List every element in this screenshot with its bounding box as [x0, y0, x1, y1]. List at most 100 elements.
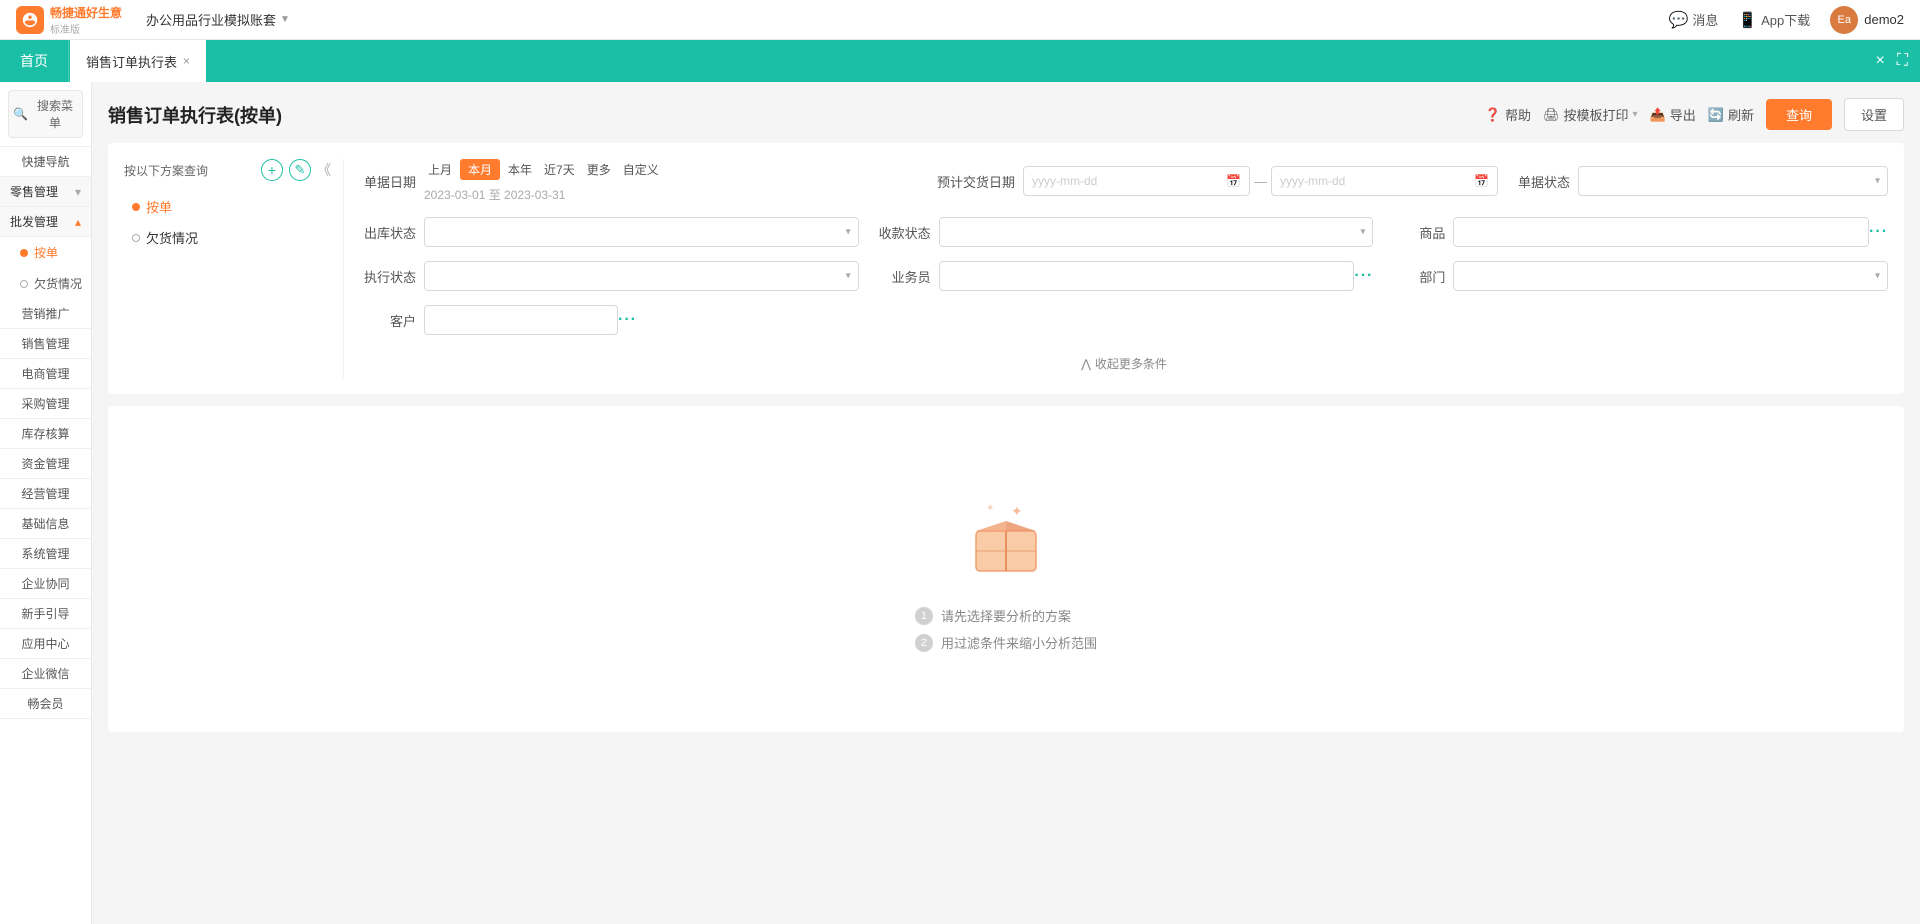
sidebar-item-base-info[interactable]: 基础信息 — [0, 509, 91, 539]
user-area[interactable]: Ea demo2 — [1830, 6, 1904, 34]
customer-input-wrapper: ··· — [424, 305, 637, 335]
date-tab-last-month[interactable]: 上月 — [424, 159, 456, 180]
refresh-button[interactable]: 🔄 刷新 — [1708, 105, 1754, 124]
collapse-more-button[interactable]: ⋀ 收起更多条件 — [360, 349, 1888, 378]
avatar: Ea — [1830, 6, 1858, 34]
plan-item-by-order[interactable]: 按单 — [124, 191, 331, 222]
filter-row-3: 执行状态 ▾ 业务员 ··· — [360, 261, 1888, 291]
filter-field-exec-status: 执行状态 ▾ — [360, 261, 859, 291]
window-close-button[interactable]: × — [1871, 48, 1888, 74]
print-icon: 🖨 — [1543, 107, 1560, 123]
content-area: 销售订单执行表(按单) ❓ 帮助 🖨 按模板打印 ▾ 📤 导出 🔄 刷新 — [92, 82, 1920, 924]
sidebar-item-quick-nav[interactable]: 快捷导航 — [0, 147, 91, 177]
date-field-group: 上月 本月 本年 近7天 更多 自定义 2023-03-01 至 2023-03… — [424, 159, 921, 203]
sidebar-item-ecommerce[interactable]: 电商管理 — [0, 359, 91, 389]
sidebar-item-wholesale[interactable]: 批发管理 ▴ — [0, 207, 91, 237]
exec-status-label: 执行状态 — [360, 267, 416, 286]
filter-field-salesman: 业务员 ··· — [875, 261, 1374, 291]
settings-button[interactable]: 设置 — [1844, 98, 1904, 131]
active-dot — [20, 249, 28, 257]
tab-close-icon[interactable]: × — [183, 54, 190, 68]
export-button[interactable]: 📤 导出 — [1650, 105, 1696, 124]
date-tab-custom[interactable]: 自定义 — [619, 159, 663, 180]
sidebar-item-wechat[interactable]: 企业微信 — [0, 659, 91, 689]
sidebar-item-app-center[interactable]: 应用中心 — [0, 629, 91, 659]
salesman-ellipsis[interactable]: ··· — [1354, 267, 1373, 285]
date-tab-more[interactable]: 更多 — [583, 159, 615, 180]
collect-status-label: 收款状态 — [875, 223, 931, 242]
svg-text:✦: ✦ — [1011, 503, 1023, 519]
search-menu-button[interactable]: 🔍 搜索菜单 — [8, 90, 83, 138]
date-range-text: 2023-03-01 至 2023-03-31 — [424, 186, 921, 203]
dept-select[interactable] — [1453, 261, 1888, 291]
sidebar-item-newuser[interactable]: 新手引导 — [0, 599, 91, 629]
plan-inactive-label: 欠货情况 — [146, 228, 198, 247]
goods-ellipsis[interactable]: ··· — [1869, 223, 1888, 241]
sidebar-item-system[interactable]: 系统管理 — [0, 539, 91, 569]
expected-date-range: yyyy-mm-dd 📅 — yyyy-mm-dd 📅 — [1023, 166, 1498, 196]
sidebar-item-marketing[interactable]: 营销推广 — [0, 299, 91, 329]
window-max-button[interactable]: ⛶ — [1893, 48, 1912, 74]
salesman-label: 业务员 — [875, 267, 931, 286]
filter-right: 单据日期 上月 本月 本年 近7天 更多 自定义 2023-03-01 至 20… — [344, 159, 1888, 378]
app-download-label: App下载 — [1761, 10, 1810, 29]
company-select[interactable]: 办公用品行业模拟账套 ▼ — [146, 10, 290, 29]
empty-tips: 1 请先选择要分析的方案 2 用过滤条件来缩小分析范围 — [915, 606, 1097, 652]
date-tab-this-year[interactable]: 本年 — [504, 159, 536, 180]
app-download-icon: 📱 — [1738, 11, 1757, 29]
plan-active-dot — [132, 203, 140, 211]
goods-input[interactable] — [1453, 217, 1869, 247]
sidebar-sub-item-shortage[interactable]: 欠货情况 — [0, 268, 91, 299]
sidebar-item-retail[interactable]: 零售管理 ▾ — [0, 177, 91, 207]
filter-field-date: 单据日期 上月 本月 本年 近7天 更多 自定义 2023-03-01 至 20… — [360, 159, 921, 203]
plan-add-button[interactable]: + — [261, 159, 283, 181]
filter-left-actions: + ✎ 《 — [261, 159, 331, 181]
empty-tip-1: 1 请先选择要分析的方案 — [915, 606, 1097, 625]
help-button[interactable]: ❓ 帮助 — [1485, 105, 1531, 124]
out-status-select[interactable] — [424, 217, 859, 247]
filter-field-expected-date: 预计交货日期 yyyy-mm-dd 📅 — yyyy-mm-dd 📅 — [937, 166, 1498, 196]
sidebar-item-management[interactable]: 经营管理 — [0, 479, 91, 509]
date-tab-7days[interactable]: 近7天 — [540, 159, 579, 180]
order-status-select-wrapper: ▾ — [1578, 166, 1888, 196]
logo-icon — [16, 6, 44, 34]
expected-date-end[interactable]: yyyy-mm-dd 📅 — [1271, 166, 1498, 196]
plan-collapse-button[interactable]: 《 — [317, 160, 331, 180]
exec-status-select-wrapper: ▾ — [424, 261, 859, 291]
print-button[interactable]: 🖨 按模板打印 ▾ — [1543, 105, 1638, 124]
date-tab-this-month[interactable]: 本月 — [460, 159, 500, 180]
company-name: 办公用品行业模拟账套 — [146, 10, 276, 29]
message-action[interactable]: 💬 消息 — [1668, 10, 1718, 30]
sidebar-item-inventory[interactable]: 库存核算 — [0, 419, 91, 449]
goods-input-wrapper: ··· — [1453, 217, 1888, 247]
plan-item-shortage[interactable]: 欠货情况 — [124, 222, 331, 253]
sidebar-item-member[interactable]: 畅会员 — [0, 689, 91, 719]
calendar-icon-end: 📅 — [1474, 174, 1489, 188]
top-bar: 畅捷通好生意 标准版 办公用品行业模拟账套 ▼ 💬 消息 📱 App下载 Ea … — [0, 0, 1920, 40]
expected-date-start[interactable]: yyyy-mm-dd 📅 — [1023, 166, 1250, 196]
search-menu-label: 搜索菜单 — [32, 97, 78, 131]
exec-status-select[interactable] — [424, 261, 859, 291]
order-status-label: 单据状态 — [1514, 172, 1570, 191]
plan-edit-button[interactable]: ✎ — [289, 159, 311, 181]
filter-field-out-status: 出库状态 ▾ — [360, 217, 859, 247]
app-download-action[interactable]: 📱 App下载 — [1738, 10, 1810, 29]
sidebar-item-enterprise[interactable]: 企业协同 — [0, 569, 91, 599]
sidebar-sub-item-by-order[interactable]: 按单 — [0, 237, 91, 268]
query-button[interactable]: 查询 — [1766, 99, 1832, 130]
plan-active-label: 按单 — [146, 197, 172, 216]
order-status-select[interactable] — [1578, 166, 1888, 196]
tab-home[interactable]: 首页 — [0, 40, 69, 82]
salesman-input[interactable] — [939, 261, 1355, 291]
tab-active[interactable]: 销售订单执行表 × — [70, 40, 206, 82]
collect-status-select[interactable] — [939, 217, 1374, 247]
calendar-icon-start: 📅 — [1226, 174, 1241, 188]
sidebar-item-purchase[interactable]: 采购管理 — [0, 389, 91, 419]
sidebar-item-finance[interactable]: 资金管理 — [0, 449, 91, 479]
sidebar-item-sales[interactable]: 销售管理 — [0, 329, 91, 359]
customer-ellipsis[interactable]: ··· — [618, 311, 637, 329]
customer-input[interactable] — [424, 305, 618, 335]
customer-label: 客户 — [360, 311, 416, 330]
expected-date-label: 预计交货日期 — [937, 172, 1015, 191]
filter-field-dept: 部门 ▾ — [1389, 261, 1888, 291]
